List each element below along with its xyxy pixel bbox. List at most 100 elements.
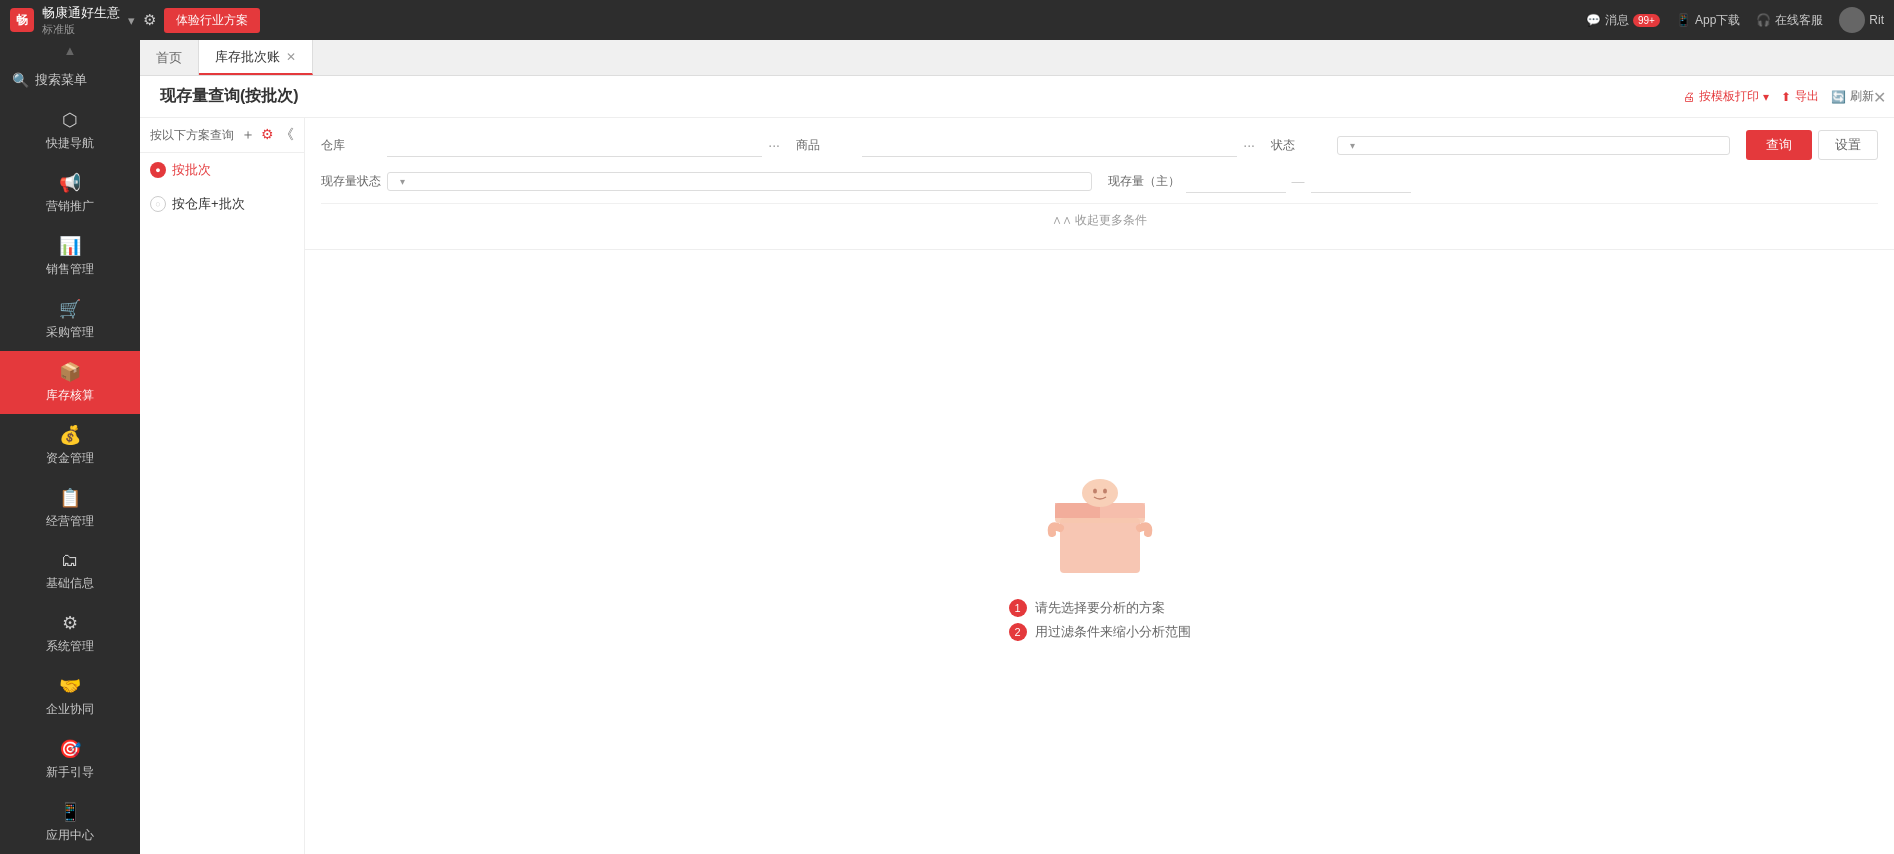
sidebar-nav: ⬡ 快捷导航 📢营销推广📊销售管理🛒采购管理 📦 库存核算 💰 资金管理 📋 经营管理 🗂基础信息… — [0, 99, 140, 854]
left-panel-actions: ＋ ⚙ 《 — [241, 126, 294, 144]
step-2-number: 2 — [1009, 623, 1027, 641]
stock-status-field: 现存量状态 ▾ — [321, 172, 1092, 191]
warehouse-input[interactable] — [387, 134, 762, 157]
main-layout: ▲ 🔍 搜索菜单 ⬡ 快捷导航 📢营销推广📊销售管理🛒采购管理 📦 库存核算 💰 资金管理 📋… — [0, 40, 1894, 854]
app-download-action[interactable]: 📱 App下载 — [1676, 12, 1740, 29]
close-panel-button[interactable]: ✕ — [1873, 87, 1886, 106]
sidebar-label-quick-nav: 快捷导航 — [46, 135, 94, 152]
tab-batch-account[interactable]: 库存批次账 ✕ — [199, 40, 313, 75]
sidebar-item-enterprise[interactable]: 🤝企业协同 — [0, 665, 140, 728]
sidebar-icon-inventory: 📦 — [59, 361, 81, 383]
filter-buttons: 查询 设置 — [1746, 130, 1878, 160]
warehouse-more-icon[interactable]: ··· — [768, 137, 780, 153]
stock-status-select[interactable]: ▾ — [387, 172, 1092, 191]
scheme-item-by-warehouse-batch[interactable]: ○ 按仓库+批次 — [140, 187, 304, 221]
warehouse-label: 仓库 — [321, 137, 381, 154]
stock-amount-from-input[interactable] — [1186, 170, 1286, 193]
sidebar-icon-enterprise: 🤝 — [59, 675, 81, 697]
page-title: 现存量查询(按批次) — [160, 86, 299, 107]
refresh-button[interactable]: 🔄 刷新 — [1831, 88, 1874, 105]
warehouse-field: 仓库 ··· — [321, 134, 780, 157]
sidebar-item-newbie[interactable]: 🎯新手引导 — [0, 728, 140, 791]
sidebar-item-marketing[interactable]: 📢营销推广 — [0, 162, 140, 225]
trial-button[interactable]: 体验行业方案 — [164, 8, 260, 33]
tab-label-batch-account: 库存批次账 — [215, 48, 280, 66]
scheme-dot-by-batch: ● — [150, 162, 166, 178]
search-menu-item[interactable]: 🔍 搜索菜单 — [0, 61, 140, 99]
search-icon: 🔍 — [12, 72, 29, 88]
scheme-list: ●按批次 ○ 按仓库+批次 — [140, 153, 304, 221]
sidebar-item-sales[interactable]: 📊销售管理 — [0, 225, 140, 288]
scheme-dot-by-warehouse-batch: ○ — [150, 196, 166, 212]
status-field: 状态 ▾ — [1271, 136, 1730, 155]
stock-amount-to-input[interactable] — [1311, 170, 1411, 193]
stock-amount-label: 现存量（主） — [1108, 173, 1180, 190]
header-right-actions: 💬 消息 99+ 📱 App下载 🎧 在线客服 Rit — [1586, 7, 1884, 33]
collapse-left-icon[interactable]: 《 — [280, 126, 294, 144]
sidebar-scroll-up[interactable]: ▲ — [0, 40, 140, 61]
filter-row-2: 现存量状态 ▾ 现存量（主） — — [321, 170, 1878, 193]
print-dropdown-arrow[interactable]: ▾ — [1763, 90, 1769, 104]
sidebar-icon-newbie: 🎯 — [59, 738, 81, 760]
step-1-number: 1 — [1009, 599, 1027, 617]
status-select[interactable]: ▾ — [1337, 136, 1730, 155]
messages-action[interactable]: 💬 消息 99+ — [1586, 12, 1660, 29]
sidebar-item-operations[interactable]: 📋 经营管理 — [0, 477, 140, 540]
sidebar-icon-system: ⚙ — [62, 612, 78, 634]
headset-icon: 🎧 — [1756, 13, 1771, 27]
empty-step-2: 2 用过滤条件来缩小分析范围 — [1009, 623, 1191, 641]
left-panel: 按以下方案查询 ＋ ⚙ 《 ●按批次○按仓库+批次 — [140, 118, 305, 854]
refresh-label: 刷新 — [1850, 88, 1874, 105]
sidebar-label-operations: 经营管理 — [46, 513, 94, 530]
export-label: 导出 — [1795, 88, 1819, 105]
collapse-filters-button[interactable]: ∧∧ 收起更多条件 — [321, 203, 1878, 237]
product-more-icon[interactable]: ··· — [1243, 137, 1255, 153]
tab-close-batch-account[interactable]: ✕ — [286, 50, 296, 64]
filter-settings-button[interactable]: 设置 — [1818, 130, 1878, 160]
scheme-label-by-warehouse-batch: 按仓库+批次 — [172, 195, 245, 213]
print-button[interactable]: 🖨 按模板打印 ▾ — [1683, 88, 1769, 105]
stock-status-dropdown-icon[interactable]: ▾ — [400, 176, 405, 187]
brand-name: 畅康通好生意 — [42, 4, 120, 22]
sidebar-item-finance[interactable]: 💰 资金管理 — [0, 414, 140, 477]
product-label: 商品 — [796, 137, 856, 154]
sidebar-item-inventory[interactable]: 📦 库存核算 — [0, 351, 140, 414]
customer-service-label: 在线客服 — [1775, 12, 1823, 29]
header-settings-icon[interactable]: ⚙ — [143, 11, 156, 29]
query-button[interactable]: 查询 — [1746, 130, 1812, 160]
sidebar-item-quick-nav[interactable]: ⬡ 快捷导航 — [0, 99, 140, 162]
sidebar-icon-quick-nav: ⬡ — [62, 109, 78, 131]
sidebar-label-finance: 资金管理 — [46, 450, 94, 467]
sidebar-icon-finance: 💰 — [59, 424, 81, 446]
messages-label: 消息 — [1605, 12, 1629, 29]
sidebar-item-basic[interactable]: 🗂基础信息 — [0, 540, 140, 602]
sidebar-label-inventory: 库存核算 — [46, 387, 94, 404]
empty-step-1: 1 请先选择要分析的方案 — [1009, 599, 1191, 617]
export-icon: ⬆ — [1781, 90, 1791, 104]
product-input[interactable] — [862, 134, 1237, 157]
svg-rect-0 — [1060, 518, 1140, 573]
brand-dropdown-arrow[interactable]: ▾ — [128, 13, 135, 28]
sidebar-item-purchase[interactable]: 🛒采购管理 — [0, 288, 140, 351]
step-1-text: 请先选择要分析的方案 — [1035, 599, 1165, 617]
tab-home[interactable]: 首页 — [140, 40, 199, 75]
sidebar-item-system[interactable]: ⚙ 系统管理 — [0, 602, 140, 665]
add-scheme-icon[interactable]: ＋ — [241, 126, 255, 144]
sidebar-item-app-center[interactable]: 📱应用中心 — [0, 791, 140, 854]
user-avatar — [1839, 7, 1865, 33]
status-dropdown-icon[interactable]: ▾ — [1350, 140, 1355, 151]
right-content: 仓库 ··· 商品 ··· 状态 — [305, 118, 1894, 854]
sidebar-label-system: 系统管理 — [46, 638, 94, 655]
stock-amount-field: 现存量（主） — — [1108, 170, 1879, 193]
filter-row-1: 仓库 ··· 商品 ··· 状态 — [321, 130, 1878, 160]
brand-info: 畅康通好生意 标准版 — [42, 4, 120, 37]
export-button[interactable]: ⬆ 导出 — [1781, 88, 1819, 105]
product-field: 商品 ··· — [796, 134, 1255, 157]
sidebar-icon-operations: 📋 — [59, 487, 81, 509]
scheme-item-by-batch[interactable]: ●按批次 — [140, 153, 304, 187]
print-label: 按模板打印 — [1699, 88, 1759, 105]
scheme-settings-icon[interactable]: ⚙ — [261, 126, 274, 144]
customer-service-action[interactable]: 🎧 在线客服 — [1756, 12, 1823, 29]
user-profile[interactable]: Rit — [1839, 7, 1884, 33]
svg-point-4 — [1103, 489, 1107, 494]
